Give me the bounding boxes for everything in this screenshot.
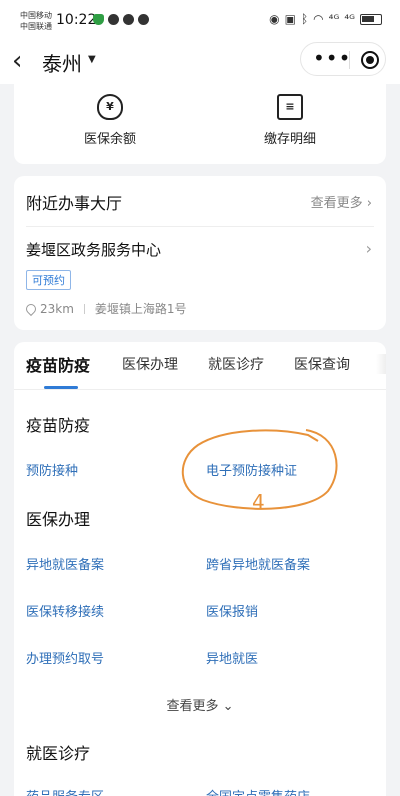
hall-address: 姜堰镇上海路1号	[94, 302, 187, 316]
section-title-insurance: 医保办理	[26, 510, 91, 529]
tab-vaccine[interactable]: 疫苗防疫	[26, 352, 90, 376]
section-title-clinic: 就医诊疗	[26, 744, 91, 763]
quick-action-label: 医保余额	[83, 132, 136, 147]
meta-divider	[83, 303, 85, 314]
service-link[interactable]: 医保转移接续	[26, 601, 104, 620]
more-icon[interactable]: •••	[313, 46, 351, 70]
battery-icon	[360, 13, 382, 25]
system-icons: ◉ ▣ ᛒ ◠ ⁴ᴳ ⁴ᴳ	[269, 12, 382, 26]
city-selector[interactable]: 泰州	[42, 48, 82, 77]
status-time: 10:22	[56, 12, 97, 28]
hall-name[interactable]: 姜堰区政务服务中心	[26, 239, 161, 260]
location-pin-icon	[23, 301, 39, 316]
chevron-right-icon: ›	[366, 196, 372, 211]
hall-meta: 23km 姜堰镇上海路1号	[23, 300, 187, 317]
quick-actions-card: ¥ 医保余额 ≡ 缴存明细	[14, 84, 386, 164]
back-arrow-icon[interactable]: ‹	[12, 48, 36, 74]
alarm-icon	[138, 14, 149, 25]
shield-icon	[93, 14, 104, 25]
bluetooth-icon: ᛒ	[300, 12, 309, 26]
service-link[interactable]: 药品服务专区	[26, 786, 104, 796]
tab-insurance-handling[interactable]: 医保办理	[122, 354, 178, 374]
caret-down-icon[interactable]: ▼	[88, 54, 96, 65]
tab-medical-treatment[interactable]: 就医诊疗	[208, 354, 264, 374]
service-link[interactable]: 医保报销	[206, 601, 258, 620]
quick-action-balance[interactable]: ¥ 医保余额	[20, 94, 200, 147]
see-more-services-link[interactable]: 查看更多 ⌄	[14, 695, 386, 714]
quick-action-details[interactable]: ≡ 缴存明细	[200, 94, 380, 147]
hall-distance: 23km	[40, 301, 74, 316]
reservable-badge: 可预约	[26, 270, 71, 290]
nav-bar: ‹ 泰州 ▼ •••	[0, 40, 400, 84]
service-link[interactable]: 预防接种	[26, 460, 78, 479]
mini-program-capsule: •••	[300, 42, 386, 76]
service-link[interactable]: 电子预防接种证	[206, 460, 297, 479]
wifi-icon: ◠	[313, 12, 324, 26]
chevron-down-icon: ⌄	[222, 699, 234, 714]
capsule-divider	[349, 51, 350, 69]
see-more-link[interactable]: 查看更多 ›	[311, 192, 372, 211]
section-title: 附近办事大厅	[26, 194, 123, 213]
tab-overflow-fade	[376, 354, 386, 374]
carrier-2: 中国联通	[20, 22, 52, 31]
nearby-hall-card: 附近办事大厅 查看更多 › 姜堰区政务服务中心 › 可预约 23km 姜堰镇上海…	[14, 176, 386, 330]
service-link[interactable]: 跨省异地就医备案	[206, 554, 310, 573]
notification-icons	[93, 14, 149, 25]
money-bag-icon: ¥	[97, 94, 123, 120]
carrier-1: 中国移动	[20, 11, 52, 20]
eye-icon: ◉	[269, 12, 280, 26]
section-title-vaccine: 疫苗防疫	[26, 416, 91, 435]
signal-2-label: ⁴ᴳ	[344, 12, 355, 26]
services-card: 疫苗防疫 医保办理 就医诊疗 医保查询 疫苗防疫 预防接种 电子预防接种证 医保…	[14, 342, 386, 796]
status-bar: 中国移动 中国联通 10:22 ◉ ▣ ᛒ ◠ ⁴ᴳ ⁴ᴳ	[0, 0, 400, 40]
see-more-services-label: 查看更多	[166, 699, 219, 714]
chevron-right-icon[interactable]: ›	[366, 239, 372, 258]
service-link[interactable]: 异地就医	[206, 648, 258, 667]
chat-icon	[108, 14, 119, 25]
app-icon	[123, 14, 134, 25]
vibrate-icon: ▣	[284, 12, 296, 26]
service-tabs: 疫苗防疫 医保办理 就医诊疗 医保查询	[14, 342, 386, 390]
service-link[interactable]: 办理预约取号	[26, 648, 104, 667]
service-link[interactable]: 异地就医备案	[26, 554, 104, 573]
close-target-icon[interactable]	[361, 51, 379, 69]
divider	[26, 226, 374, 227]
carrier-info: 中国移动 中国联通	[20, 10, 52, 32]
quick-action-label: 缴存明细	[263, 132, 316, 147]
signal-1-label: ⁴ᴳ	[328, 12, 340, 26]
tab-insurance-query[interactable]: 医保查询	[294, 354, 350, 374]
receipt-icon: ≡	[277, 94, 303, 120]
service-link[interactable]: 全国定点零售药店	[206, 786, 310, 796]
active-tab-indicator	[44, 386, 78, 389]
see-more-label: 查看更多	[310, 196, 363, 211]
